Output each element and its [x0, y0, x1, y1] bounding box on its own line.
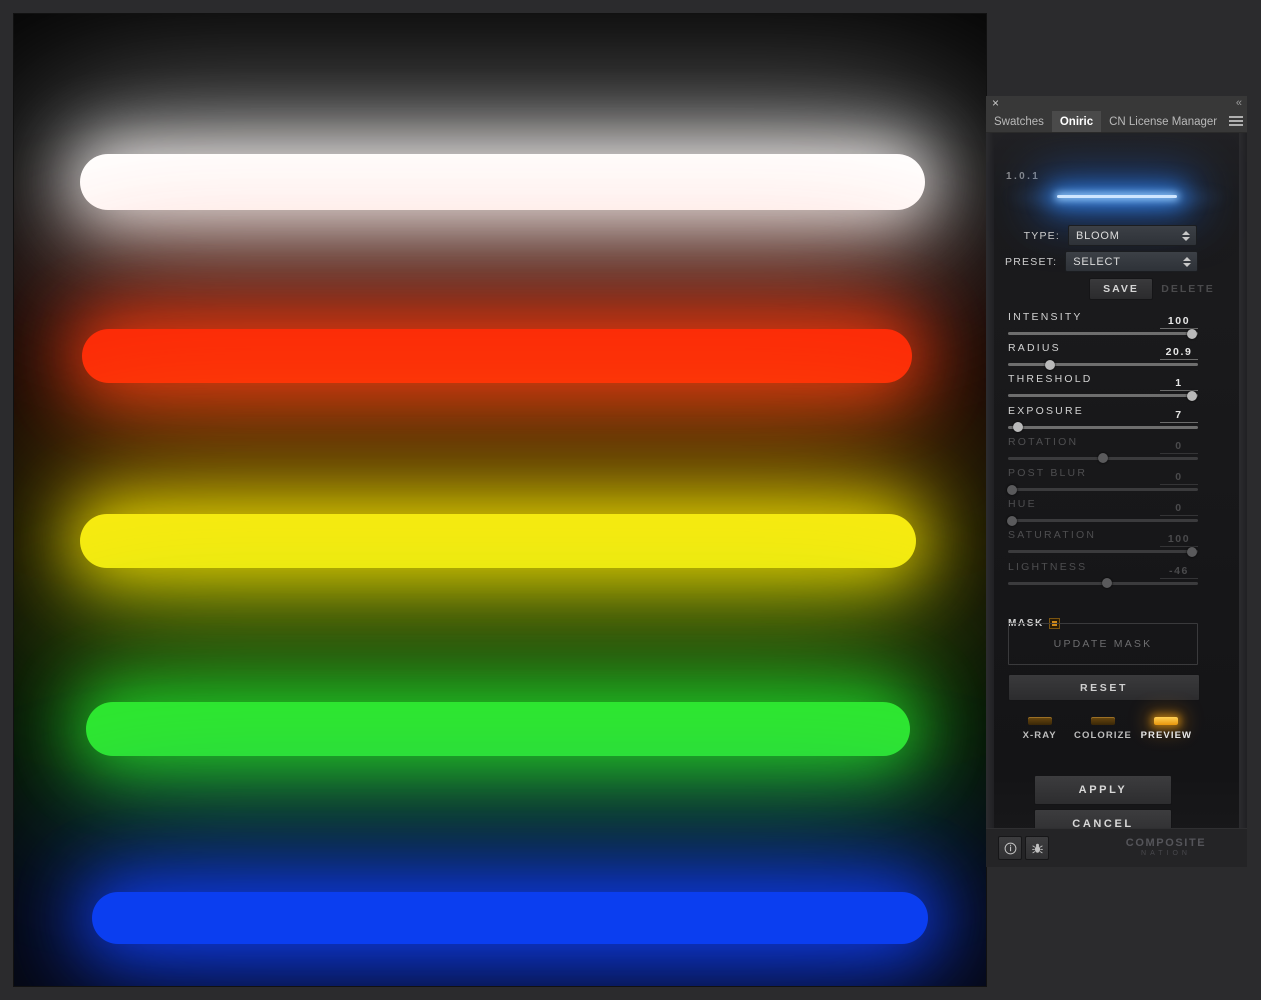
- toggle-x-ray[interactable]: X-RAY: [1008, 717, 1071, 741]
- slider-post-blur-value[interactable]: 0: [1160, 471, 1198, 485]
- info-icon[interactable]: [998, 836, 1022, 860]
- toggle-preview[interactable]: PREVIEW: [1135, 717, 1198, 741]
- reset-button[interactable]: RESET: [1008, 674, 1200, 701]
- preset-select[interactable]: SELECT: [1065, 251, 1198, 272]
- tab-swatches[interactable]: Swatches: [986, 111, 1052, 132]
- type-select-value: BLOOM: [1076, 229, 1120, 242]
- slider-exposure-track[interactable]: [1008, 422, 1198, 433]
- lamp-indicator-icon: [1090, 717, 1115, 725]
- white-light-bar: [80, 154, 925, 210]
- toggle-colorize[interactable]: COLORIZE: [1071, 717, 1134, 741]
- green-light-bar: [86, 702, 910, 756]
- brand-logo: COMPOSITE NATION: [1111, 837, 1221, 857]
- bug-icon[interactable]: [1025, 836, 1049, 860]
- tab-oniric[interactable]: Oniric: [1051, 111, 1102, 132]
- slider-saturation-handle[interactable]: [1187, 546, 1198, 557]
- update-mask-button[interactable]: UPDATE MASK: [1054, 638, 1153, 650]
- brand-line-1: COMPOSITE: [1125, 837, 1207, 849]
- type-row: TYPE: BLOOM: [1008, 225, 1198, 246]
- blue-light-bar: [92, 892, 928, 944]
- panel-bevel-right: [1239, 133, 1247, 867]
- slider-hue-label: HUE: [1008, 498, 1037, 511]
- slider-lightness-value[interactable]: -46: [1160, 565, 1198, 579]
- preset-select-value: SELECT: [1073, 255, 1121, 268]
- slider-lightness-track[interactable]: [1008, 578, 1198, 589]
- slider-threshold-handle[interactable]: [1187, 390, 1198, 401]
- slider-intensity-value[interactable]: 100: [1160, 315, 1198, 329]
- collapse-icon[interactable]: «: [1236, 96, 1242, 110]
- close-icon[interactable]: ×: [992, 96, 999, 110]
- type-label: TYPE:: [1023, 229, 1060, 242]
- red-light-bar: [82, 329, 912, 383]
- slider-radius-track[interactable]: [1008, 359, 1198, 370]
- panel-tab-bar: Swatches Oniric CN License Manager: [986, 111, 1247, 133]
- toggle-row: X-RAY COLORIZE PREVIEW: [1008, 717, 1198, 741]
- lamp-indicator-icon: [1027, 717, 1052, 725]
- slider-hue-value[interactable]: 0: [1160, 502, 1198, 517]
- mask-drop-area[interactable]: UPDATE MASK: [1008, 623, 1198, 665]
- chevron-updown-icon: [1183, 256, 1191, 267]
- toggle-colorize-label: COLORIZE: [1074, 730, 1132, 741]
- hamburger-menu-icon[interactable]: [1229, 114, 1243, 128]
- apply-button[interactable]: APPLY: [1034, 775, 1172, 805]
- slider-intensity-label: INTENSITY: [1008, 311, 1083, 323]
- slider-lightness-handle[interactable]: [1101, 578, 1112, 589]
- toggle-x-ray-label: X-RAY: [1022, 730, 1057, 741]
- slider-post-blur-track[interactable]: [1006, 484, 1198, 495]
- slider-exposure-label: EXPOSURE: [1008, 404, 1084, 417]
- delete-preset-button[interactable]: DELETE: [1156, 278, 1220, 300]
- slider-saturation-label: SATURATION: [1008, 529, 1097, 542]
- slider-radius-handle[interactable]: [1044, 359, 1055, 370]
- preset-row: PRESET: SELECT: [1002, 251, 1198, 272]
- mask-section: MASK UPDATE MASK: [1008, 617, 1198, 665]
- plugin-footer: COMPOSITE NATION: [986, 828, 1247, 867]
- save-preset-button[interactable]: SAVE: [1089, 278, 1153, 300]
- lamp-indicator-icon: [1154, 717, 1179, 725]
- brand-line-2: NATION: [1141, 850, 1191, 857]
- slider-intensity-track[interactable]: [1008, 328, 1198, 339]
- panel-group: × « Swatches Oniric CN License Manager 1…: [986, 96, 1247, 867]
- slider-intensity-handle[interactable]: [1187, 328, 1198, 339]
- chevron-updown-icon: [1182, 230, 1190, 241]
- yellow-light-bar: [80, 514, 916, 568]
- slider-exposure-handle[interactable]: [1012, 422, 1023, 433]
- slider-threshold-track[interactable]: [1008, 390, 1198, 401]
- app-window: × « Swatches Oniric CN License Manager 1…: [0, 0, 1261, 1000]
- slider-saturation-track[interactable]: [1008, 546, 1198, 557]
- panel-titlebar: × «: [986, 96, 1247, 111]
- slider-post-blur-label: POST BLUR: [1008, 467, 1088, 479]
- slider-radius-label: RADIUS: [1008, 342, 1061, 355]
- slider-threshold-value[interactable]: 1: [1160, 377, 1198, 392]
- toggle-preview-label: PREVIEW: [1140, 730, 1193, 741]
- type-select[interactable]: BLOOM: [1068, 225, 1197, 246]
- document-canvas[interactable]: [14, 14, 986, 986]
- slider-post-blur-handle[interactable]: [1006, 484, 1017, 495]
- slider-rotation-handle[interactable]: [1098, 453, 1108, 464]
- tab-cn-license-manager[interactable]: CN License Manager: [1101, 111, 1225, 132]
- slider-rotation-label: ROTATION: [1008, 435, 1079, 448]
- slider-radius-value[interactable]: 20.9: [1160, 346, 1198, 361]
- slider-lightness-label: LIGHTNESS: [1008, 560, 1088, 573]
- slider-hue-handle[interactable]: [1006, 515, 1017, 526]
- preset-label: PRESET:: [1005, 255, 1058, 268]
- version-label: 1.0.1: [1006, 171, 1041, 182]
- slider-hue-track[interactable]: [1006, 515, 1198, 526]
- panel-bevel-left: [986, 133, 994, 867]
- slider-rotation-track[interactable]: [1008, 453, 1198, 464]
- slider-saturation-value[interactable]: 100: [1160, 533, 1198, 548]
- slider-exposure-value[interactable]: 7: [1160, 409, 1198, 423]
- hero-lens-flare: [986, 177, 1247, 225]
- oniric-plugin-body: 1.0.1 TYPE: BLOOM PRESET: SELECT SAVE DE…: [986, 133, 1247, 867]
- slider-rotation-value[interactable]: 0: [1160, 440, 1198, 454]
- slider-threshold-label: THRESHOLD: [1008, 373, 1093, 386]
